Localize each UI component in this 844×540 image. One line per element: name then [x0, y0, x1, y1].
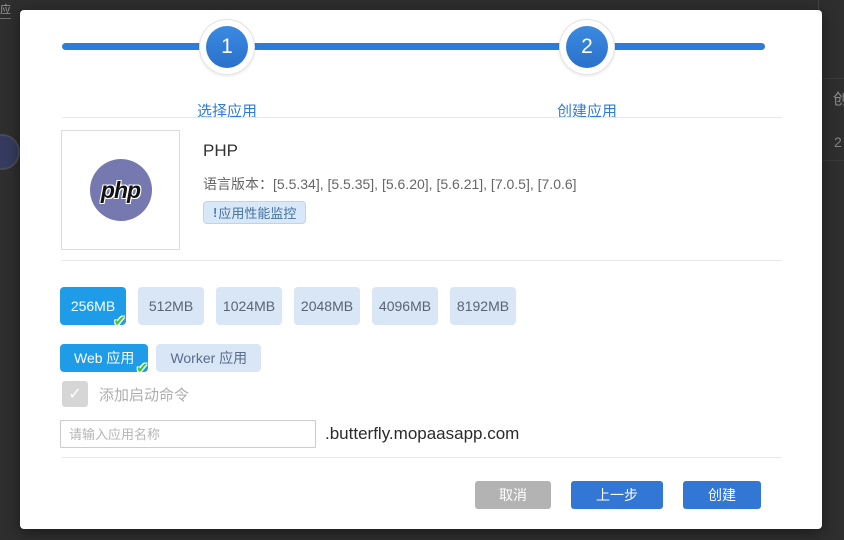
selected-check-icon: ✔ — [113, 313, 126, 330]
cancel-button[interactable]: 取消 — [475, 481, 551, 509]
memory-option-2048mb[interactable]: 2048MB — [294, 287, 360, 325]
startup-command-checkbox[interactable]: ✓ — [62, 381, 88, 407]
stepper-progress-bar — [62, 43, 765, 50]
memory-options-row: 256MB ✔ 512MB 1024MB 2048MB 4096MB 8192M… — [60, 287, 516, 330]
memory-option-label: 512MB — [148, 298, 194, 314]
memory-option-4096mb[interactable]: 4096MB — [372, 287, 438, 325]
app-name-input[interactable] — [60, 420, 316, 448]
step-2-number: 2 — [566, 26, 608, 68]
create-button[interactable]: 创建 — [683, 481, 761, 509]
domain-suffix-text: .butterfly.mopaasapp.com — [325, 424, 520, 443]
step-1-circle[interactable]: 1 — [199, 19, 255, 75]
background-logo-fragment — [0, 134, 20, 170]
memory-option-8192mb[interactable]: 8192MB — [450, 287, 516, 325]
memory-option-256mb[interactable]: 256MB ✔ — [60, 287, 126, 330]
memory-option-1024mb[interactable]: 1024MB — [216, 287, 282, 325]
app-type-option-label: Web 应用 — [74, 350, 135, 366]
background-text-fragment: 2 — [834, 134, 842, 150]
memory-option-label: 8192MB — [456, 298, 510, 314]
previous-step-button[interactable]: 上一步 — [571, 481, 663, 509]
apm-badge[interactable]: ! 应用性能监控 — [203, 201, 307, 224]
app-type-option-web[interactable]: Web 应用 ✔ — [60, 344, 149, 377]
app-type-option-label: Worker 应用 — [170, 350, 248, 366]
app-type-options-row: Web 应用 ✔ Worker 应用 — [60, 344, 262, 377]
app-versions-text: 语言版本：[5.5.34], [5.5.35], [5.6.20], [5.6.… — [203, 176, 577, 192]
background-text-fragment: 创 — [833, 91, 844, 108]
memory-option-label: 4096MB — [378, 298, 432, 314]
memory-option-label: 2048MB — [300, 298, 354, 314]
selected-check-icon: ✔ — [135, 360, 149, 377]
step-2-circle[interactable]: 2 — [559, 19, 615, 75]
app-logo-card: php — [61, 130, 180, 250]
divider — [62, 117, 782, 118]
memory-option-512mb[interactable]: 512MB — [138, 287, 204, 325]
app-type-option-worker[interactable]: Worker 应用 — [156, 344, 262, 372]
app-name: PHP — [203, 141, 238, 160]
memory-option-label: 256MB — [70, 298, 116, 314]
php-logo-icon: php — [89, 159, 152, 221]
app-name-row: .butterfly.mopaasapp.com — [60, 420, 519, 448]
step-1-number: 1 — [206, 26, 248, 68]
apm-badge-bang-icon: ! — [213, 205, 218, 220]
memory-option-label: 1024MB — [222, 298, 276, 314]
checkbox-check-icon: ✓ — [68, 386, 82, 403]
startup-command-row: ✓ 添加启动命令 — [62, 381, 189, 407]
divider — [62, 457, 782, 458]
footer-buttons: 取消 上一步 创建 — [475, 481, 761, 509]
divider — [62, 260, 782, 261]
background-text-fragment: 应 — [0, 4, 11, 19]
startup-command-label: 添加启动命令 — [99, 386, 190, 404]
create-app-modal: 1 2 选择应用 创建应用 php PHP 语言版本：[5.5.34], [5.… — [20, 10, 822, 529]
apm-badge-label: 应用性能监控 — [218, 206, 297, 221]
